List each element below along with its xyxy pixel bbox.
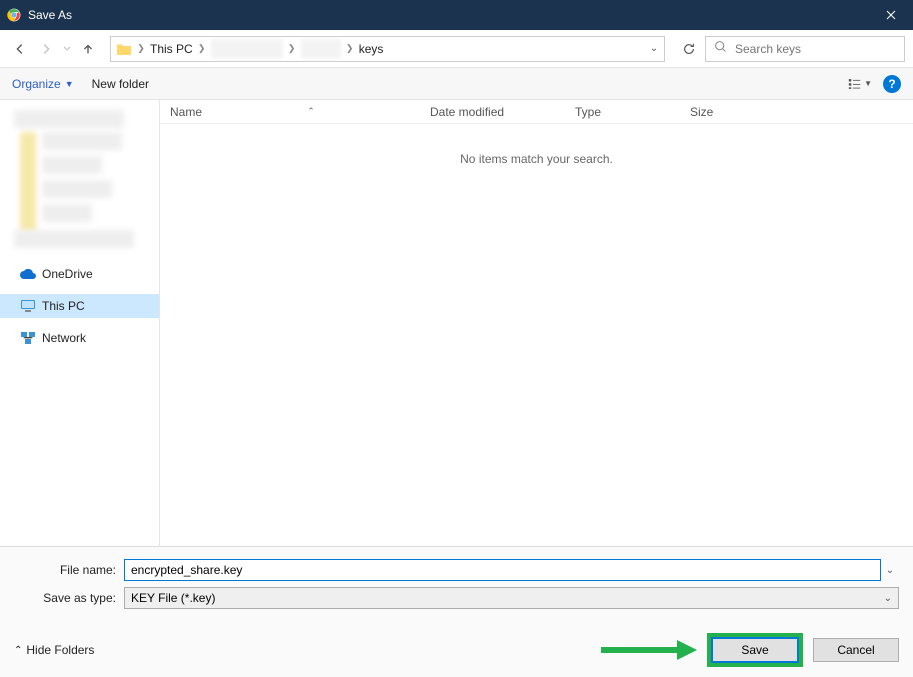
column-size[interactable]: Size (680, 105, 760, 119)
tree-label: Network (42, 331, 86, 345)
filename-input[interactable] (124, 559, 881, 581)
filetype-value: KEY File (*.key) (131, 591, 215, 605)
chevron-up-icon: ⌃ (14, 645, 22, 656)
chevron-down-icon: ▼ (864, 79, 872, 88)
chevron-right-icon: ❯ (286, 43, 298, 54)
network-icon (20, 330, 36, 346)
close-button[interactable] (868, 0, 913, 30)
search-box[interactable] (705, 36, 905, 62)
command-bar: Organize ▼ New folder ▼ ? (0, 68, 913, 100)
onedrive-icon (20, 266, 36, 282)
chevron-right-icon: ❯ (135, 43, 147, 54)
annotation-arrow (601, 636, 697, 664)
monitor-icon (20, 298, 36, 314)
tree-label: OneDrive (42, 267, 93, 281)
organize-menu[interactable]: Organize ▼ (12, 77, 74, 91)
new-folder-button[interactable]: New folder (92, 77, 149, 91)
tree-item-onedrive[interactable]: OneDrive (0, 262, 159, 286)
chevron-down-icon: ⌄ (884, 593, 892, 604)
search-input[interactable] (733, 41, 896, 57)
hide-folders-toggle[interactable]: ⌃ Hide Folders (14, 643, 94, 657)
search-icon (714, 40, 727, 58)
tree-label: This PC (42, 299, 85, 313)
organize-label: Organize (12, 77, 61, 91)
refresh-button[interactable] (675, 42, 703, 56)
sort-caret-icon: ⌃ (307, 106, 315, 117)
filename-label: File name: (14, 563, 124, 577)
quick-access-redacted (14, 110, 144, 250)
titlebar: Save As (0, 0, 913, 30)
chevron-down-icon: ▼ (65, 79, 74, 89)
recent-dropdown[interactable] (60, 37, 74, 61)
address-dropdown[interactable]: ⌄ (644, 43, 664, 54)
column-name[interactable]: Name ⌃ (160, 105, 420, 119)
column-headers: Name ⌃ Date modified Type Size (160, 100, 913, 124)
save-panel: File name: ⌄ Save as type: KEY File (*.k… (0, 546, 913, 677)
breadcrumb-thispc[interactable]: This PC (147, 37, 196, 61)
folder-icon (113, 38, 135, 60)
annotation-highlight: Save (707, 633, 803, 667)
address-bar[interactable]: ❯ This PC ❯ ❯ ❯ keys ⌄ (110, 36, 665, 62)
cancel-button[interactable]: Cancel (813, 638, 899, 662)
column-label: Name (170, 105, 202, 119)
window-title: Save As (28, 8, 868, 22)
filetype-label: Save as type: (14, 591, 124, 605)
tree-item-thispc[interactable]: This PC (0, 294, 159, 318)
close-icon (886, 10, 896, 20)
breadcrumb-keys[interactable]: keys (356, 37, 387, 61)
hide-folders-label: Hide Folders (26, 643, 94, 657)
column-type[interactable]: Type (565, 105, 680, 119)
breadcrumb-redacted (211, 39, 283, 59)
view-options-button[interactable]: ▼ (847, 73, 873, 95)
help-button[interactable]: ? (883, 75, 901, 93)
column-date[interactable]: Date modified (420, 105, 565, 119)
content-area: OneDrive This PC Network Name ⌃ Date mod… (0, 100, 913, 546)
breadcrumb-redacted (301, 39, 341, 59)
navigation-pane: OneDrive This PC Network (0, 100, 160, 546)
empty-message: No items match your search. (160, 124, 913, 546)
filetype-select[interactable]: KEY File (*.key) ⌄ (124, 587, 899, 609)
filename-dropdown[interactable]: ⌄ (881, 565, 899, 576)
chrome-icon (0, 8, 28, 22)
file-list: Name ⌃ Date modified Type Size No items … (160, 100, 913, 546)
back-button[interactable] (8, 37, 32, 61)
save-button[interactable]: Save (712, 638, 798, 662)
tree-item-network[interactable]: Network (0, 326, 159, 350)
nav-toolbar: ❯ This PC ❯ ❯ ❯ keys ⌄ (0, 30, 913, 68)
forward-button[interactable] (34, 37, 58, 61)
chevron-right-icon: ❯ (344, 43, 356, 54)
chevron-right-icon: ❯ (196, 43, 208, 54)
up-button[interactable] (76, 37, 100, 61)
